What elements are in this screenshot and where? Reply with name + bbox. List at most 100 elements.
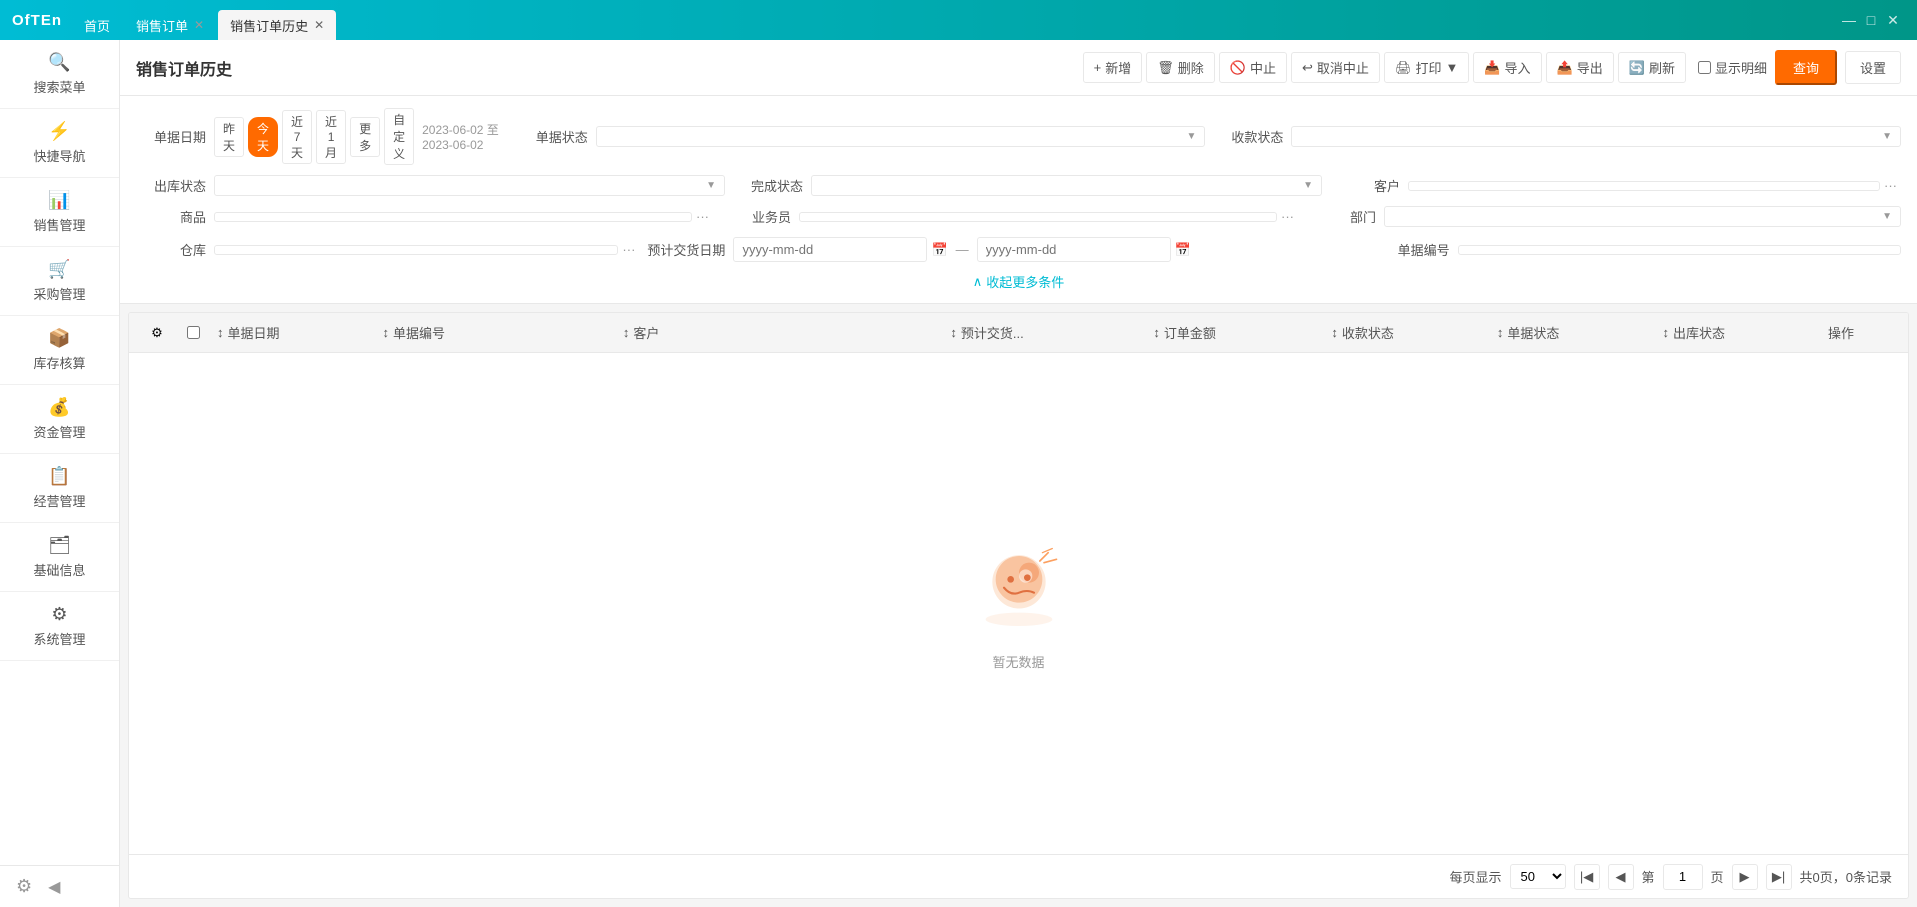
th-pay-status[interactable]: ↕ 收款状态 <box>1323 323 1489 342</box>
complete-status-label: 完成状态 <box>733 176 803 195</box>
toolbar-btn-删除[interactable]: 🗑删除 <box>1146 52 1215 83</box>
delivery-date-label: 预计交货日期 <box>647 240 725 259</box>
product-dots-button[interactable]: ··· <box>692 209 713 224</box>
show-detail-checkbox[interactable]: 显示明细 <box>1698 58 1767 77</box>
collapse-icon: ∧ <box>973 274 983 290</box>
status-label: 单据状态 <box>518 127 588 146</box>
close-button[interactable]: ✕ <box>1885 12 1901 28</box>
date-btn-today[interactable]: 今天 <box>248 117 278 157</box>
minimize-button[interactable]: — <box>1841 12 1857 28</box>
complete-status-select[interactable]: ▼ <box>811 175 1322 196</box>
tab-2[interactable]: 销售订单历史✕ <box>218 10 336 40</box>
tab-0[interactable]: 首页 <box>72 10 122 40</box>
gear-icon: ⚙ <box>151 325 163 341</box>
calendar-end-icon[interactable]: 📅 <box>1175 242 1191 258</box>
toolbar-btn-打印[interactable]: 🖨打印▼ <box>1384 52 1469 83</box>
main-layout: 🔍搜索菜单⚡快捷导航📊销售管理🛒采购管理📦库存核算💰资金管理📋经营管理🗂基础信息… <box>0 40 1917 907</box>
collapse-sidebar-icon[interactable]: ◀ <box>48 877 60 897</box>
th-checkbox[interactable] <box>177 326 209 339</box>
tab-1[interactable]: 销售订单✕ <box>124 10 216 40</box>
page-label-pre: 第 <box>1642 867 1655 886</box>
th-sn[interactable]: ↕ 单据编号 <box>375 323 615 342</box>
product-input[interactable] <box>214 212 692 222</box>
tab-close-2[interactable]: ✕ <box>314 18 324 32</box>
date-btn-custom[interactable]: 自定义 <box>384 108 414 165</box>
toolbar-btn-导出[interactable]: 📤导出 <box>1546 52 1614 83</box>
next-page-button[interactable]: ▶ <box>1732 864 1758 890</box>
warehouse-label: 仓库 <box>136 240 206 259</box>
toolbar-btn-新增[interactable]: +新增 <box>1083 52 1143 83</box>
collapse-label: 收起更多条件 <box>986 272 1064 291</box>
last-page-button[interactable]: ▶| <box>1766 864 1792 890</box>
page-number-input[interactable] <box>1663 864 1703 890</box>
out-status-label: 出库状态 <box>136 176 206 195</box>
pay-status-arrow: ▼ <box>1882 131 1892 142</box>
prev-page-button[interactable]: ◀ <box>1608 864 1634 890</box>
sidebar-item-1[interactable]: ⚡快捷导航 <box>0 109 119 178</box>
warehouse-input[interactable] <box>214 245 618 255</box>
toolbar-btn-导入[interactable]: 📥导入 <box>1473 52 1541 83</box>
settings-button[interactable]: 设置 <box>1845 51 1901 84</box>
date-btn-more[interactable]: 更多 <box>350 117 380 157</box>
dept-select[interactable]: ▼ <box>1384 206 1901 227</box>
sidebar-item-5[interactable]: 💰资金管理 <box>0 385 119 454</box>
table-header: ⚙ ↕ 单据日期 ↕ 单据编号 ↕ 客户 ↕ <box>129 313 1908 353</box>
warehouse-dots-button[interactable]: ··· <box>618 242 639 257</box>
page-title: 销售订单历史 <box>136 56 1075 80</box>
page-size-select[interactable]: 50 100 200 <box>1510 864 1566 889</box>
th-settings[interactable]: ⚙ <box>137 325 177 341</box>
window-controls: — □ ✕ <box>1841 12 1901 28</box>
date-btn-yesterday[interactable]: 昨天 <box>214 117 244 157</box>
date-range-text: 2023-06-02 至 2023-06-02 <box>422 121 510 152</box>
top-bar-right: — □ ✕ <box>1841 12 1909 28</box>
th-action: 操作 <box>1820 323 1900 342</box>
sidebar-item-0[interactable]: 🔍搜索菜单 <box>0 40 119 109</box>
pay-status-select[interactable]: ▼ <box>1291 126 1901 147</box>
maximize-button[interactable]: □ <box>1863 12 1879 28</box>
pay-status-label: 收款状态 <box>1213 127 1283 146</box>
sidebar-item-2[interactable]: 📊销售管理 <box>0 178 119 247</box>
delivery-date-start[interactable] <box>733 237 927 262</box>
sidebar-item-6[interactable]: 📋经营管理 <box>0 454 119 523</box>
customer-input[interactable] <box>1408 181 1880 191</box>
query-button[interactable]: 查询 <box>1775 50 1837 85</box>
tab-close-1[interactable]: ✕ <box>194 18 204 32</box>
total-label: 共0页，0条记录 <box>1800 867 1892 886</box>
order-no-label: 单据编号 <box>1380 240 1450 259</box>
toolbar-btn-取消中止[interactable]: ↩取消中止 <box>1291 52 1380 83</box>
select-all-checkbox[interactable] <box>187 326 200 339</box>
product-label: 商品 <box>136 207 206 226</box>
first-page-button[interactable]: |◀ <box>1574 864 1600 890</box>
th-delivery[interactable]: ↕ 预计交货... <box>942 323 1145 342</box>
toolbar-btn-中止[interactable]: 🚫中止 <box>1219 52 1287 83</box>
customer-control: ··· <box>1408 178 1901 193</box>
out-status-arrow: ▼ <box>706 180 716 191</box>
warehouse-control: ··· <box>214 242 639 257</box>
calendar-start-icon[interactable]: 📅 <box>931 242 947 258</box>
customer-dots-button[interactable]: ··· <box>1880 178 1901 193</box>
th-out-status[interactable]: ↕ 出库状态 <box>1654 323 1820 342</box>
order-no-input[interactable] <box>1458 245 1901 255</box>
delivery-date-end[interactable] <box>977 237 1171 262</box>
dept-arrow: ▼ <box>1882 211 1892 222</box>
th-date[interactable]: ↕ 单据日期 <box>209 323 375 342</box>
th-customer[interactable]: ↕ 客户 <box>615 323 943 342</box>
salesman-input[interactable] <box>799 212 1277 222</box>
th-amount[interactable]: ↕ 订单金额 <box>1145 323 1323 342</box>
sidebar-item-7[interactable]: 🗂基础信息 <box>0 523 119 592</box>
collapse-row[interactable]: ∧ 收起更多条件 <box>136 272 1901 291</box>
sidebar-item-4[interactable]: 📦库存核算 <box>0 316 119 385</box>
date-btn-1month[interactable]: 近1月 <box>316 110 346 164</box>
th-order-status[interactable]: ↕ 单据状态 <box>1489 323 1655 342</box>
page-size-label: 每页显示 <box>1449 867 1501 886</box>
sidebar-bottom: ⚙ ◀ <box>0 865 119 907</box>
sidebar-item-8[interactable]: ⚙系统管理 <box>0 592 119 661</box>
toolbar-btn-刷新[interactable]: 🔄刷新 <box>1618 52 1686 83</box>
salesman-dots-button[interactable]: ··· <box>1277 209 1298 224</box>
settings-icon[interactable]: ⚙ <box>16 876 32 897</box>
status-select[interactable]: ▼ <box>596 126 1206 147</box>
out-status-select[interactable]: ▼ <box>214 175 725 196</box>
filter-row-3: 商品 ··· 业务员 ··· 部门 ▼ <box>136 206 1901 227</box>
sidebar-item-3[interactable]: 🛒采购管理 <box>0 247 119 316</box>
date-btn-7days[interactable]: 近7天 <box>282 110 312 164</box>
